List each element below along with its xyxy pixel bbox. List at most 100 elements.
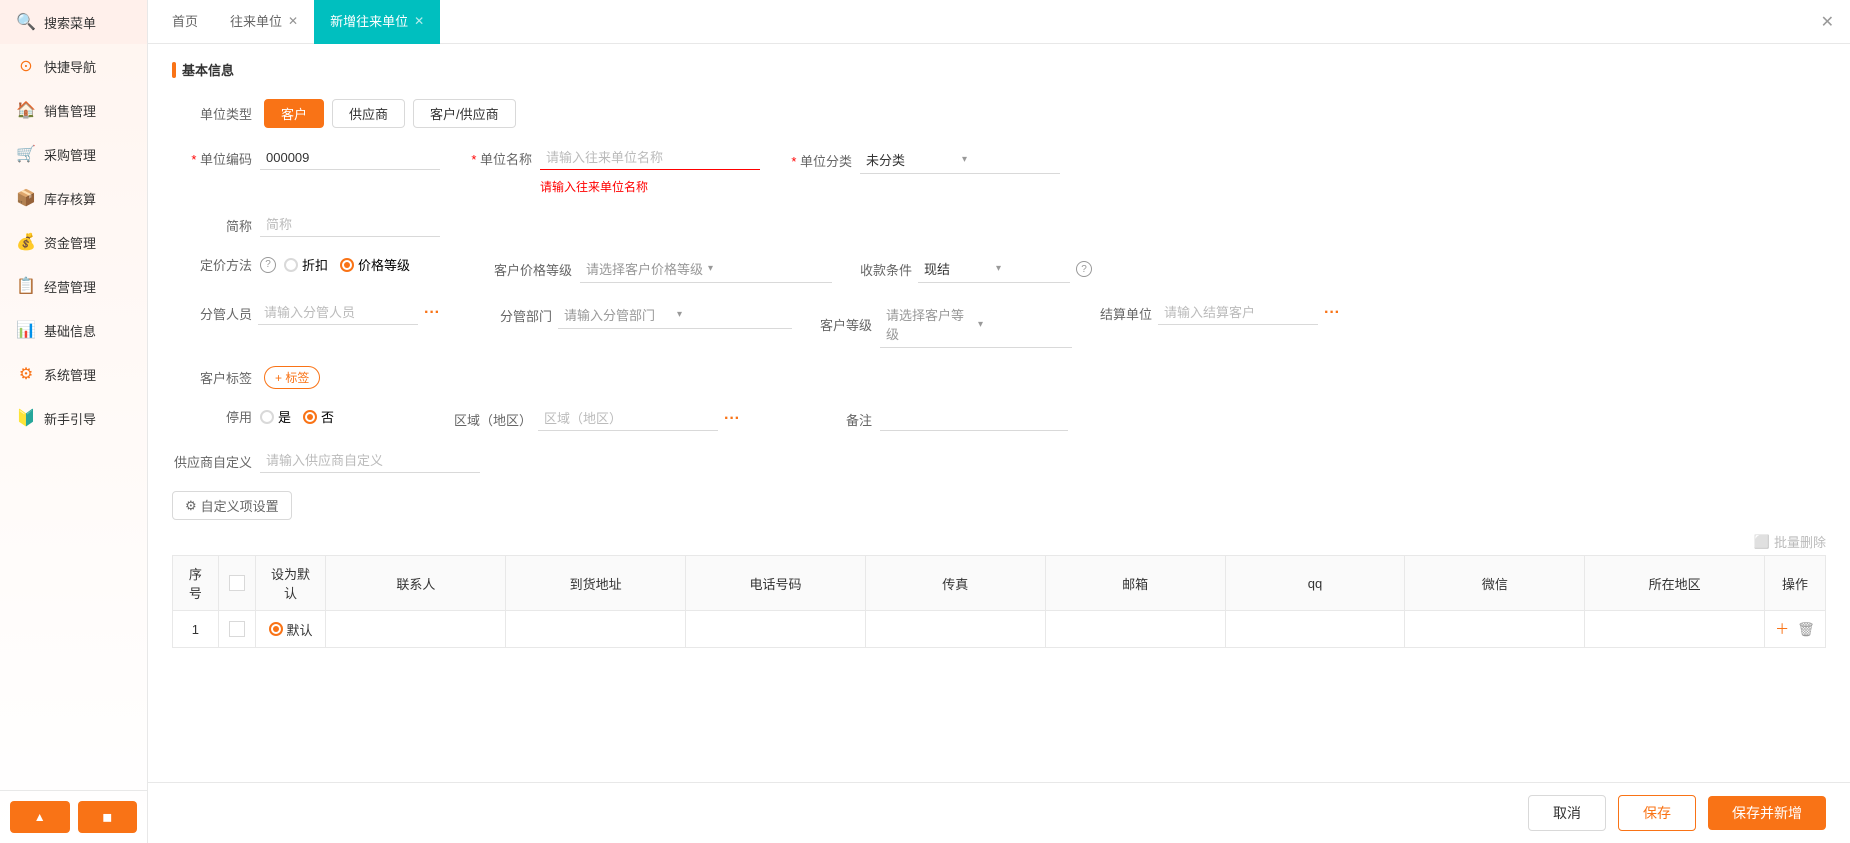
batch-delete-label[interactable]: 批量删除 (1774, 532, 1826, 551)
sidebar-label-operations: 经营管理 (44, 277, 96, 296)
cell-qq[interactable] (1225, 611, 1405, 648)
unit-name-input[interactable] (540, 146, 760, 170)
btn-type-supplier[interactable]: 供应商 (332, 99, 405, 128)
cell-checkbox (218, 611, 255, 648)
sidebar-item-finance[interactable]: 💰 资金管理 (0, 220, 147, 264)
disabled-yes[interactable]: 是 (260, 407, 291, 426)
remark-input[interactable] (880, 407, 1068, 431)
action-icons: ＋ 🗑 (1775, 619, 1815, 639)
tab-home-label: 首页 (172, 11, 198, 30)
sidebar-item-quick-nav[interactable]: ⊙ 快捷导航 (0, 44, 147, 88)
tab-home[interactable]: 首页 (156, 0, 214, 44)
cell-email[interactable] (1045, 611, 1225, 648)
pricing-level-radio[interactable] (340, 258, 354, 272)
custom-setting-btn[interactable]: ⚙ 自定义项设置 (172, 491, 292, 520)
unit-name-field: 单位名称 请输入往来单位名称 (452, 146, 772, 195)
sidebar-item-basic-info[interactable]: 📊 基础信息 (0, 308, 147, 352)
disabled-no[interactable]: 否 (303, 407, 334, 426)
customer-level-chevron: ▾ (978, 319, 1066, 330)
default-radio[interactable] (269, 622, 283, 636)
custom-setting-label: 自定义项设置 (201, 496, 279, 515)
cell-contact[interactable] (326, 611, 506, 648)
dept-chevron: ▾ (677, 309, 786, 320)
wechat-input[interactable] (1415, 622, 1574, 637)
tag-add-btn[interactable]: + 标签 (264, 366, 320, 389)
pricing-discount-radio[interactable] (284, 258, 298, 272)
settlement-more[interactable]: ··· (1324, 304, 1340, 322)
save-new-button[interactable]: 保存并新增 (1708, 796, 1826, 830)
btn-type-customer[interactable]: 客户 (264, 99, 324, 128)
region-cell-input[interactable] (1595, 622, 1754, 637)
sidebar-item-operations[interactable]: 📋 经营管理 (0, 264, 147, 308)
manager-more[interactable]: ··· (424, 304, 440, 322)
tab-new-partner-close[interactable]: ✕ (414, 14, 424, 28)
pricing-level[interactable]: 价格等级 (340, 255, 410, 274)
disabled-yes-radio[interactable] (260, 410, 274, 424)
pricing-discount[interactable]: 折扣 (284, 255, 328, 274)
cell-wechat[interactable] (1405, 611, 1585, 648)
settlement-input[interactable] (1158, 301, 1318, 325)
cell-phone[interactable] (686, 611, 866, 648)
tab-bar-close[interactable]: ✕ (1813, 12, 1842, 32)
sidebar-item-guide[interactable]: 🔰 新手引导 (0, 396, 147, 440)
region-more[interactable]: ··· (724, 410, 740, 428)
abbr-field: 简称 (172, 213, 452, 237)
email-input[interactable] (1056, 622, 1215, 637)
sidebar-bottom-btn2[interactable]: ◼ (78, 801, 138, 833)
code-name-category-row: 单位编码 单位名称 请输入往来单位名称 单位分类 未分类 ▾ (172, 146, 1826, 195)
phone-input[interactable] (696, 622, 855, 637)
inventory-icon: 📦 (16, 188, 36, 208)
contact-input[interactable] (336, 622, 495, 637)
batch-delete: ⬜ 批量删除 (172, 532, 1826, 551)
unit-code-field: 单位编码 (172, 146, 452, 170)
sidebar-bottom-btn1[interactable]: ▲ (10, 801, 70, 833)
sidebar-item-purchase[interactable]: 🛒 采购管理 (0, 132, 147, 176)
customer-price-field: 客户价格等级 请选择客户价格等级 ▾ (492, 255, 832, 283)
dept-select[interactable]: 请输入分管部门 ▾ (558, 301, 792, 329)
cell-fax[interactable] (865, 611, 1045, 648)
select-all-checkbox[interactable] (229, 575, 245, 591)
cell-region[interactable] (1585, 611, 1765, 648)
payment-help[interactable]: ? (1076, 261, 1092, 277)
customer-level-field: 客户等级 请选择客户等级 ▾ (792, 301, 1072, 348)
sidebar-item-sales[interactable]: 🏠 销售管理 (0, 88, 147, 132)
unit-category-select[interactable]: 未分类 ▾ (860, 146, 1060, 174)
abbr-input[interactable] (260, 213, 440, 237)
unit-type-group: 客户 供应商 客户/供应商 (264, 99, 516, 128)
manager-input[interactable] (258, 301, 418, 325)
cell-address[interactable] (506, 611, 686, 648)
btn-type-both[interactable]: 客户/供应商 (413, 99, 516, 128)
unit-code-input[interactable] (260, 146, 440, 170)
qq-input[interactable] (1236, 622, 1395, 637)
supplier-custom-input[interactable] (260, 449, 480, 473)
save-button[interactable]: 保存 (1618, 795, 1696, 831)
sidebar-bottom: ▲ ◼ (0, 790, 147, 843)
tab-partners-close[interactable]: ✕ (288, 14, 298, 28)
tab-partners[interactable]: 往来单位 ✕ (214, 0, 314, 44)
col-action: 操作 (1765, 556, 1826, 611)
payment-select[interactable]: 现结 ▾ (918, 255, 1070, 283)
sidebar-item-search[interactable]: 🔍 搜索菜单 (0, 0, 147, 44)
fax-input[interactable] (876, 622, 1035, 637)
address-input[interactable] (516, 622, 675, 637)
disabled-radio-group: 是 否 (260, 407, 334, 426)
disabled-yes-label: 是 (278, 407, 291, 426)
delete-row-icon[interactable]: 🗑 (1797, 621, 1815, 638)
sidebar: 🔍 搜索菜单 ⊙ 快捷导航 🏠 销售管理 🛒 采购管理 📦 库存核算 💰 资金管… (0, 0, 148, 843)
dept-placeholder: 请输入分管部门 (564, 305, 673, 324)
region-input[interactable] (538, 407, 718, 431)
tab-new-partner[interactable]: 新增往来单位 ✕ (314, 0, 440, 44)
sidebar-item-system[interactable]: ⚙ 系统管理 (0, 352, 147, 396)
disabled-no-radio[interactable] (303, 410, 317, 424)
pricing-help[interactable]: ? (260, 257, 276, 273)
cell-default-radio[interactable]: 默认 (266, 620, 316, 639)
row-checkbox[interactable] (229, 621, 245, 637)
customer-price-select[interactable]: 请选择客户价格等级 ▾ (580, 255, 832, 283)
sidebar-item-inventory[interactable]: 📦 库存核算 (0, 176, 147, 220)
pricing-field: 定价方法 ? 折扣 价格等级 (172, 255, 492, 274)
cancel-button[interactable]: 取消 (1528, 795, 1606, 831)
add-row-icon[interactable]: ＋ (1775, 619, 1789, 639)
form-content: 基本信息 单位类型 客户 供应商 客户/供应商 单位编码 单位名称 (148, 44, 1850, 782)
pricing-row: 定价方法 ? 折扣 价格等级 客户价格等级 请选择客户价格等级 (172, 255, 1826, 283)
customer-level-select[interactable]: 请选择客户等级 ▾ (880, 301, 1072, 348)
